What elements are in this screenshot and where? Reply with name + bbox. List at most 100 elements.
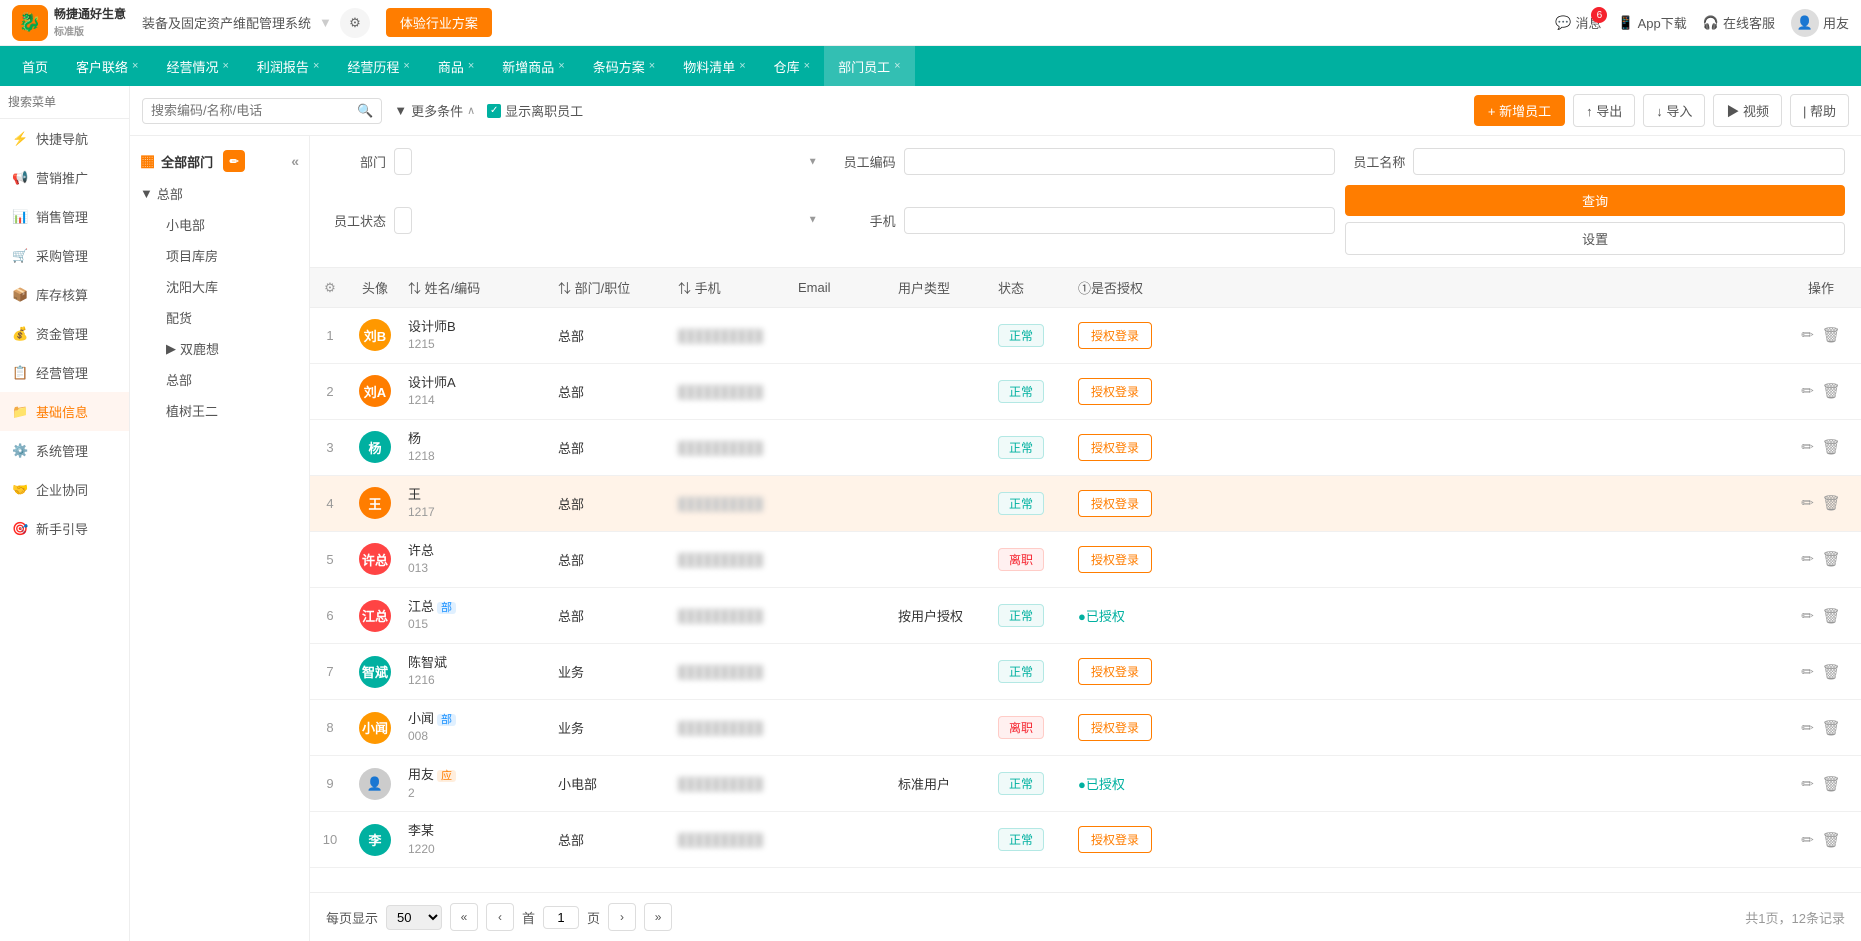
tab-home[interactable]: 首页 (8, 46, 62, 86)
delete-button[interactable]: 🗑 (1822, 775, 1841, 793)
edit-button[interactable]: ✏ (1801, 326, 1814, 344)
sidebar-item-marketing[interactable]: 📢 营销推广 (0, 158, 129, 197)
auth-button[interactable]: 授权登录 (1078, 378, 1152, 405)
dept-item-shuanglu[interactable]: ▶双鹿想 (146, 333, 309, 364)
tab-profit[interactable]: 利润报告 × (243, 46, 333, 86)
close-icon[interactable]: × (222, 60, 228, 72)
auth-button[interactable]: 授权登录 (1078, 434, 1152, 461)
auth-button[interactable]: 授权登录 (1078, 546, 1152, 573)
prev-page-button[interactable]: ‹ (486, 903, 514, 931)
auth-button[interactable]: 授权登录 (1078, 322, 1152, 349)
dept-item-xiaodibu[interactable]: 小电部 (146, 209, 309, 240)
sidebar-item-inventory[interactable]: 📦 库存核算 (0, 275, 129, 314)
tab-employee[interactable]: 部门员工 × (824, 46, 914, 86)
close-icon[interactable]: × (804, 60, 810, 72)
user-profile-button[interactable]: 👤 用友 (1791, 9, 1849, 37)
auth-button[interactable]: 授权登录 (1078, 490, 1152, 517)
reset-button[interactable]: 设置 (1345, 222, 1845, 255)
dropdown-arrow-icon[interactable]: ▼ (319, 15, 332, 30)
help-button[interactable]: | 帮助 (1790, 94, 1849, 127)
sidebar-item-system[interactable]: ⚙️ 系统管理 (0, 431, 129, 470)
trial-button[interactable]: 体验行业方案 (386, 8, 492, 37)
delete-button[interactable]: 🗑 (1822, 382, 1841, 400)
dept-edit-button[interactable]: ✏ (223, 150, 245, 172)
close-icon[interactable]: × (132, 60, 138, 72)
query-button[interactable]: 查询 (1345, 185, 1845, 216)
auth-button[interactable]: 授权登录 (1078, 714, 1152, 741)
page-size-select[interactable]: 50 100 (386, 905, 442, 930)
search-icon[interactable]: 🔍 (357, 103, 373, 119)
close-icon[interactable]: × (739, 60, 745, 72)
name-input[interactable] (1413, 148, 1845, 175)
message-button[interactable]: 💬 消息 6 (1555, 13, 1601, 32)
close-icon[interactable]: × (558, 60, 564, 72)
delete-button[interactable]: 🗑 (1822, 663, 1841, 681)
dept-item-peihu[interactable]: 配货 (146, 302, 309, 333)
tab-barcode[interactable]: 条码方案 × (579, 46, 669, 86)
close-icon[interactable]: × (468, 60, 474, 72)
delete-button[interactable]: 🗑 (1822, 494, 1841, 512)
sidebar-item-finance[interactable]: 💰 资金管理 (0, 314, 129, 353)
th-phone[interactable]: ⇅ 手机 (670, 268, 790, 308)
tab-customer[interactable]: 客户联络 × (62, 46, 152, 86)
th-name[interactable]: ⇅ 姓名/编码 (400, 268, 550, 308)
th-dept[interactable]: ⇅ 部门/职位 (550, 268, 670, 308)
collapse-button[interactable]: « (291, 153, 299, 169)
edit-button[interactable]: ✏ (1801, 494, 1814, 512)
online-support-button[interactable]: 🎧 在线客服 (1703, 13, 1775, 32)
last-page-button[interactable]: » (644, 903, 672, 931)
add-employee-button[interactable]: + 新增员工 (1474, 95, 1565, 126)
tab-new-goods[interactable]: 新增商品 × (488, 46, 578, 86)
close-icon[interactable]: × (313, 60, 319, 72)
tab-bom[interactable]: 物料清单 × (669, 46, 759, 86)
sidebar-item-purchase[interactable]: 🛒 采购管理 (0, 236, 129, 275)
code-input[interactable] (904, 148, 1336, 175)
edit-button[interactable]: ✏ (1801, 719, 1814, 737)
close-icon[interactable]: × (649, 60, 655, 72)
import-button[interactable]: ↓ 导入 (1643, 94, 1705, 127)
close-icon[interactable]: × (894, 60, 900, 72)
search-input[interactable] (8, 95, 130, 109)
dept-group-hq[interactable]: ▼ 总部 (130, 178, 309, 209)
edit-button[interactable]: ✏ (1801, 550, 1814, 568)
dept-item-shenyang[interactable]: 沈阳大库 (146, 271, 309, 302)
dept-item-hq[interactable]: 总部 (146, 364, 309, 395)
edit-button[interactable]: ✏ (1801, 607, 1814, 625)
close-icon[interactable]: × (403, 60, 409, 72)
auth-button[interactable]: 授权登录 (1078, 658, 1152, 685)
dept-item-project[interactable]: 项目库房 (146, 240, 309, 271)
th-settings[interactable]: ⚙ (310, 268, 350, 308)
next-page-button[interactable]: › (608, 903, 636, 931)
delete-button[interactable]: 🗑 (1822, 831, 1841, 849)
export-button[interactable]: ↑ 导出 (1573, 94, 1635, 127)
more-filter-button[interactable]: ▼ 更多条件 ∧ (394, 101, 475, 120)
page-number-input[interactable] (543, 906, 579, 929)
edit-button[interactable]: ✏ (1801, 663, 1814, 681)
delete-button[interactable]: 🗑 (1822, 719, 1841, 737)
dept-select[interactable] (394, 148, 412, 175)
employee-search-input[interactable] (151, 103, 351, 118)
sidebar-item-operation[interactable]: 📋 经营管理 (0, 353, 129, 392)
edit-button[interactable]: ✏ (1801, 438, 1814, 456)
video-button[interactable]: ▶ 视频 (1713, 94, 1782, 127)
tab-warehouse[interactable]: 仓库 × (760, 46, 824, 86)
first-page-button[interactable]: « (450, 903, 478, 931)
edit-button[interactable]: ✏ (1801, 831, 1814, 849)
tab-operation[interactable]: 经营情况 × (152, 46, 242, 86)
show-resigned-checkbox[interactable]: ✓ 显示离职员工 (487, 101, 583, 120)
sidebar-item-basics[interactable]: 📁 基础信息 (0, 392, 129, 431)
sidebar-item-guide[interactable]: 🎯 新手引导 (0, 509, 129, 548)
status-select[interactable] (394, 207, 412, 234)
sidebar-item-sales[interactable]: 📊 销售管理 (0, 197, 129, 236)
app-download-button[interactable]: 📱 App下载 (1617, 13, 1686, 32)
delete-button[interactable]: 🗑 (1822, 607, 1841, 625)
delete-button[interactable]: 🗑 (1822, 550, 1841, 568)
dept-item-zhishu[interactable]: 植树王二 (146, 395, 309, 426)
settings-button[interactable]: ⚙ (340, 8, 370, 38)
sidebar-item-collab[interactable]: 🤝 企业协同 (0, 470, 129, 509)
tab-history[interactable]: 经营历程 × (333, 46, 423, 86)
phone-input[interactable] (904, 207, 1336, 234)
auth-button[interactable]: 授权登录 (1078, 826, 1152, 853)
edit-button[interactable]: ✏ (1801, 775, 1814, 793)
edit-button[interactable]: ✏ (1801, 382, 1814, 400)
